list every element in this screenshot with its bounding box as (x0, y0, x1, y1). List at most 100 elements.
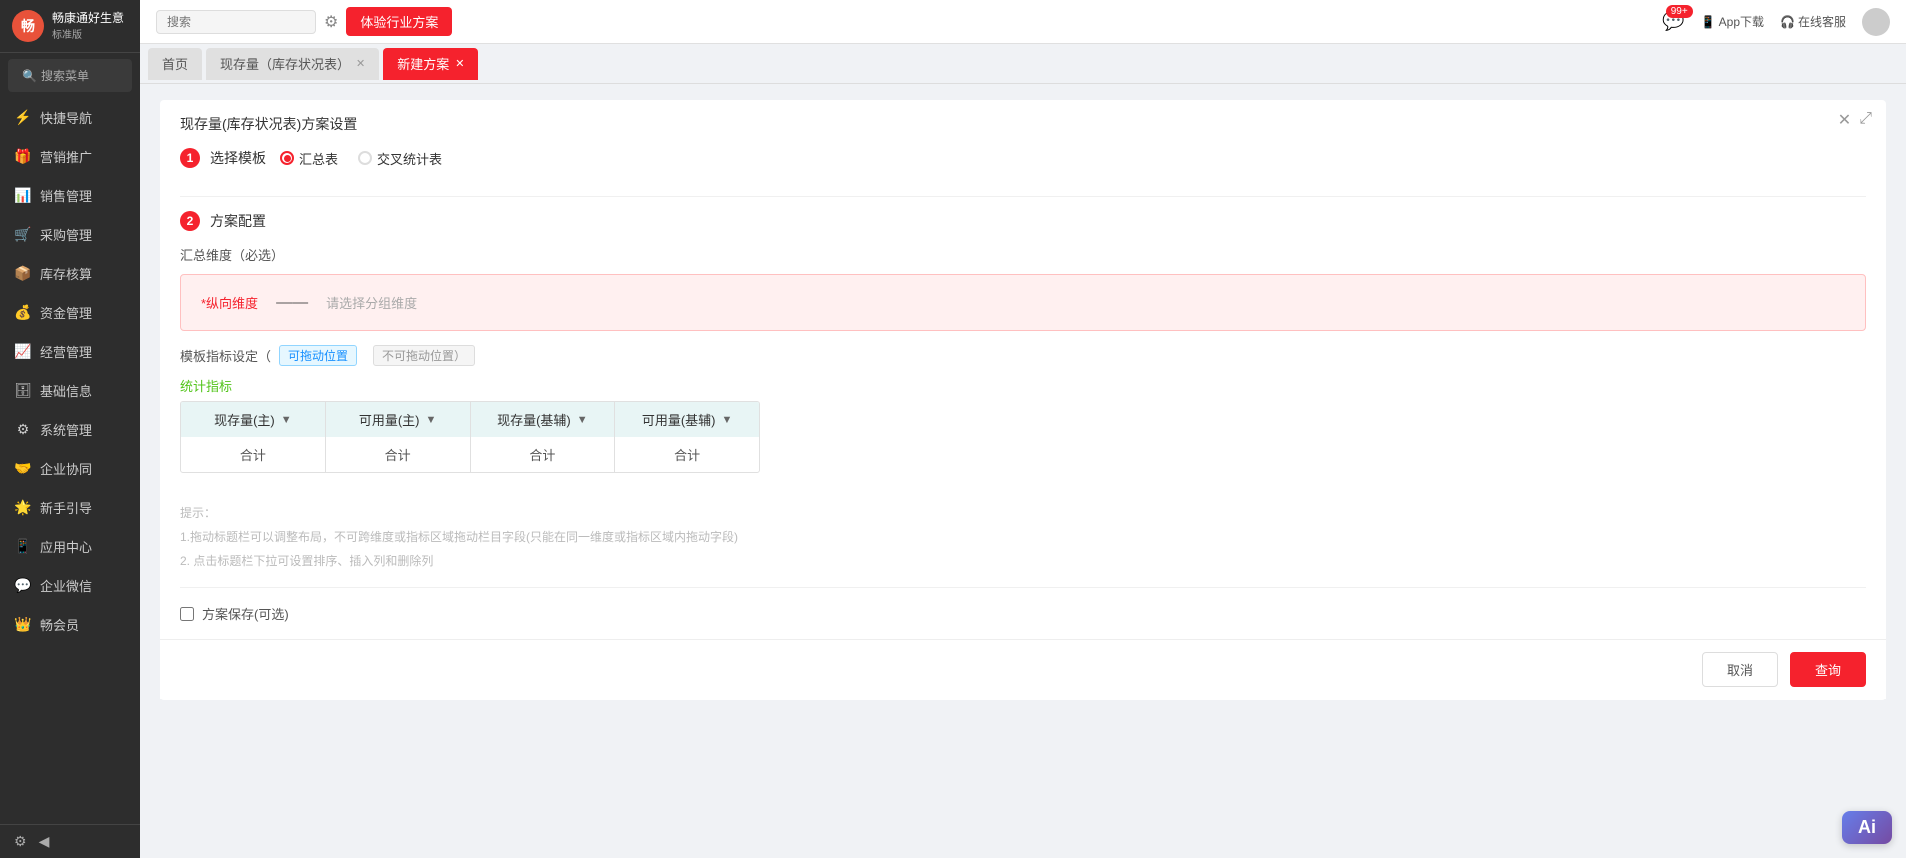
trial-button[interactable]: 体验行业方案 (346, 7, 452, 36)
sidebar-item-label: 企业协同 (40, 459, 92, 478)
step1-number: 1 (180, 148, 200, 168)
sidebar-item-management[interactable]: 📈 经营管理 (0, 332, 140, 371)
stats-col-2-label: 现存量(基辅) (497, 410, 571, 429)
step2-header: 2 方案配置 (180, 211, 1866, 231)
tab-new-scheme[interactable]: 新建方案 ✕ (383, 48, 478, 80)
app-edition: 标准版 (52, 26, 124, 41)
stats-col-3-label: 可用量(基辅) (642, 410, 716, 429)
sidebar-item-guide[interactable]: 🌟 新手引导 (0, 488, 140, 527)
sidebar-item-weixin[interactable]: 💬 企业微信 (0, 566, 140, 605)
tab-home[interactable]: 首页 (148, 48, 202, 80)
stats-col-0: 现存量(主) ▼ (181, 402, 326, 437)
step2-section: 2 方案配置 汇总维度（必选） *纵向维度 —— 请选择分组维度 (160, 197, 1886, 345)
sidebar-item-label: 采购管理 (40, 225, 92, 244)
panel-actions: ✕ ⤢ (1838, 110, 1872, 130)
radio-summary[interactable]: 汇总表 (280, 149, 338, 168)
topbar-left: ⚙ 体验行业方案 (156, 7, 1652, 36)
cancel-button[interactable]: 取消 (1702, 652, 1778, 687)
marketing-icon: 🎁 (14, 148, 32, 166)
sidebar-item-label: 资金管理 (40, 303, 92, 322)
sidebar-search-label: 搜索菜单 (41, 67, 89, 84)
search-icon: 🔍 (22, 69, 37, 83)
sidebar-item-sysmanage[interactable]: ⚙ 系统管理 (0, 410, 140, 449)
sidebar-item-inventory[interactable]: 📦 库存核算 (0, 254, 140, 293)
inventory-icon: 📦 (14, 265, 32, 283)
sidebar-item-member[interactable]: 👑 畅会员 (0, 605, 140, 644)
sidebar-logo: 畅 畅康通好生意 标准版 (0, 0, 140, 53)
guide-icon: 🌟 (14, 499, 32, 517)
sysmanage-icon: ⚙ (14, 421, 32, 439)
step1-title: 选择模板 (210, 148, 266, 168)
sidebar-item-label: 销售管理 (40, 186, 92, 205)
stats-col-0-label: 现存量(主) (214, 410, 275, 429)
app-name: 畅康通好生意 (52, 11, 124, 27)
movable-tag: 可拖动位置 (279, 345, 357, 366)
stats-col-2: 现存量(基辅) ▼ (471, 402, 616, 437)
topbar-gear-icon[interactable]: ⚙ (324, 12, 338, 32)
sidebar-item-purchase[interactable]: 🛒 采购管理 (0, 215, 140, 254)
tab-inventory-close[interactable]: ✕ (356, 57, 365, 70)
quicknav-icon: ⚡ (14, 109, 32, 127)
weixin-icon: 💬 (14, 577, 32, 595)
template-radio-group: 汇总表 交叉统计表 (280, 149, 442, 168)
ai-badge[interactable]: Ai (1842, 811, 1892, 844)
indicator-label-text: 模板指标设定（ (180, 346, 271, 365)
tab-inventory-status[interactable]: 现存量（库存状况表） ✕ (206, 48, 379, 80)
topbar-search-input[interactable] (156, 10, 316, 34)
sidebar-search[interactable]: 🔍 搜索菜单 (8, 59, 132, 92)
panel: 现存量(库存状况表)方案设置 ✕ ⤢ 1 选择模板 汇总表 (160, 100, 1886, 700)
sidebar-item-appcenter[interactable]: 📱 应用中心 (0, 527, 140, 566)
sidebar-item-sales[interactable]: 📊 销售管理 (0, 176, 140, 215)
stats-col-0-chevron[interactable]: ▼ (281, 414, 292, 426)
stats-col-1-chevron[interactable]: ▼ (426, 414, 437, 426)
sidebar-item-label: 新手引导 (40, 498, 92, 517)
dimension-box: *纵向维度 —— 请选择分组维度 (180, 274, 1866, 331)
stats-col-1-label: 可用量(主) (359, 410, 420, 429)
close-panel-button[interactable]: ✕ (1838, 110, 1851, 130)
stats-label: 统计指标 (180, 376, 1866, 395)
sidebar-item-marketing[interactable]: 🎁 营销推广 (0, 137, 140, 176)
settings-icon[interactable]: ⚙ (14, 833, 27, 850)
user-avatar[interactable] (1862, 8, 1890, 36)
online-service-link[interactable]: 🎧 在线客服 (1780, 13, 1846, 30)
sidebar-item-label: 库存核算 (40, 264, 92, 283)
radio-summary-circle (280, 151, 294, 165)
management-icon: 📈 (14, 343, 32, 361)
sidebar-item-label: 畅会员 (40, 615, 79, 634)
topbar: ⚙ 体验行业方案 💬 99+ 📱 App下载 🎧 在线客服 (140, 0, 1906, 44)
collapse-icon[interactable]: ◀ (39, 833, 50, 850)
stats-body-col-2: 合计 (471, 437, 616, 472)
stats-col-2-chevron[interactable]: ▼ (577, 414, 588, 426)
panel-title: 现存量(库存状况表)方案设置 (160, 100, 1886, 134)
tip-label: 提示： (180, 501, 1866, 525)
phone-icon: 📱 (1701, 15, 1716, 29)
step1-header: 1 选择模板 汇总表 交叉统计表 (180, 148, 1866, 168)
sidebar-item-cooperation[interactable]: 🤝 企业协同 (0, 449, 140, 488)
messages-icon-wrap[interactable]: 💬 99+ (1662, 11, 1684, 32)
main-area: ⚙ 体验行业方案 💬 99+ 📱 App下载 🎧 在线客服 首页 现存量（库存状… (140, 0, 1906, 858)
tab-home-label: 首页 (162, 54, 188, 73)
radio-crosstab-label: 交叉统计表 (377, 149, 442, 168)
tips-section: 提示： 1.拖动标题栏可以调整布局，不可跨维度或指标区域拖动栏目字段(只能在同一… (160, 487, 1886, 587)
sidebar-item-label: 营销推广 (40, 147, 92, 166)
sidebar-item-basicinfo[interactable]: 🗄 基础信息 (0, 371, 140, 410)
dimension-arrow: —— (276, 294, 308, 312)
stats-col-3: 可用量(基辅) ▼ (615, 402, 759, 437)
tabs-bar: 首页 现存量（库存状况表） ✕ 新建方案 ✕ (140, 44, 1906, 84)
stats-table-body: 合计 合计 合计 合计 (181, 437, 759, 472)
app-download-link[interactable]: 📱 App下载 (1701, 13, 1764, 30)
sidebar-item-quicknav[interactable]: ⚡ 快捷导航 (0, 98, 140, 137)
radio-crosstab[interactable]: 交叉统计表 (358, 149, 442, 168)
expand-panel-button[interactable]: ⤢ (1859, 110, 1872, 130)
stats-table: 现存量(主) ▼ 可用量(主) ▼ 现存量(基辅) ▼ 可用量(基辅) (180, 401, 760, 473)
topbar-right: 💬 99+ 📱 App下载 🎧 在线客服 (1662, 8, 1890, 36)
finance-icon: 💰 (14, 304, 32, 322)
stats-col-3-chevron[interactable]: ▼ (722, 414, 733, 426)
tab-new-scheme-close[interactable]: ✕ (455, 57, 464, 70)
sidebar-item-label: 系统管理 (40, 420, 92, 439)
sidebar-item-label: 应用中心 (40, 537, 92, 556)
save-scheme-checkbox[interactable] (180, 607, 194, 621)
sidebar-item-finance[interactable]: 💰 资金管理 (0, 293, 140, 332)
query-button[interactable]: 查询 (1790, 652, 1866, 687)
unmovable-tag: 不可拖动位置） (373, 345, 475, 366)
